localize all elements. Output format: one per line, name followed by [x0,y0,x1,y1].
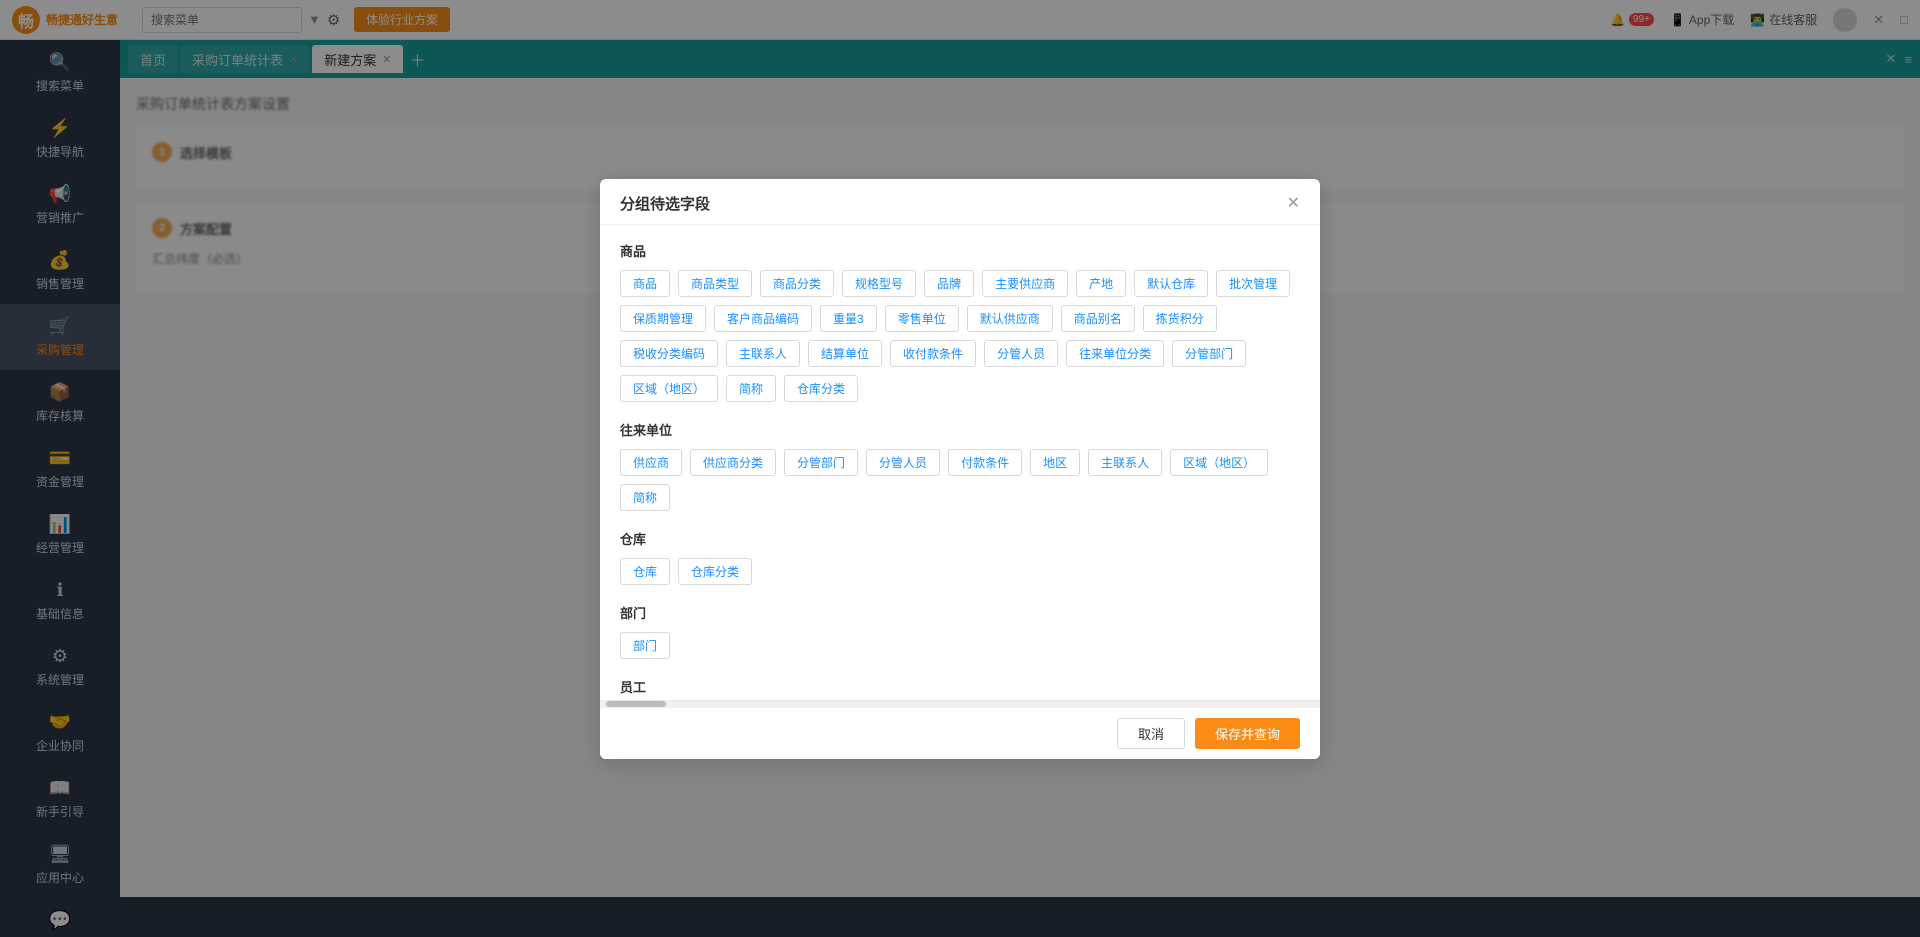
field-tag-0-18[interactable]: 结算单位 [808,340,882,367]
field-tag-0-15[interactable]: 拣货积分 [1143,305,1217,332]
field-tag-0-25[interactable]: 仓库分类 [784,375,858,402]
field-tag-0-17[interactable]: 主联系人 [726,340,800,367]
field-tags-2: 仓库仓库分类 [620,558,1300,585]
field-tag-0-4[interactable]: 品牌 [924,270,974,297]
section-title-3: 部门 [620,603,1300,622]
field-tag-0-16[interactable]: 税收分类编码 [620,340,718,367]
field-tags-1: 供应商供应商分类分管部门分管人员付款条件地区主联系人区域（地区） 简称 [620,449,1300,511]
field-tag-1-5[interactable]: 地区 [1030,449,1080,476]
field-tag-0-9[interactable]: 保质期管理 [620,305,706,332]
field-tag-0-21[interactable]: 往来单位分类 [1066,340,1164,367]
field-tag-0-2[interactable]: 商品分类 [760,270,834,297]
field-tag-0-19[interactable]: 收付款条件 [890,340,976,367]
modal-footer: 取消 保存并查询 [600,707,1320,759]
field-tag-0-3[interactable]: 规格型号 [842,270,916,297]
field-tag-2-0[interactable]: 仓库 [620,558,670,585]
field-tag-0-24[interactable]: 简称 [726,375,776,402]
field-tag-1-4[interactable]: 付款条件 [948,449,1022,476]
field-section-2: 仓库仓库仓库分类 [620,529,1300,585]
field-tags-0: 商品商品类型商品分类规格型号品牌主要供应商产地默认仓库批次管理保质期管理客户商品… [620,270,1300,402]
field-tags-3: 部门 [620,632,1300,659]
field-tag-1-1[interactable]: 供应商分类 [690,449,776,476]
field-tag-0-7[interactable]: 默认仓库 [1134,270,1208,297]
field-tag-0-5[interactable]: 主要供应商 [982,270,1068,297]
field-section-1: 往来单位供应商供应商分类分管部门分管人员付款条件地区主联系人区域（地区） 简称 [620,420,1300,511]
field-tag-1-6[interactable]: 主联系人 [1088,449,1162,476]
field-tag-1-3[interactable]: 分管人员 [866,449,940,476]
modal-body: 商品商品商品类型商品分类规格型号品牌主要供应商产地默认仓库批次管理保质期管理客户… [600,225,1320,700]
field-tag-0-23[interactable]: 区域（地区） [620,375,718,402]
section-title-2: 仓库 [620,529,1300,548]
field-section-3: 部门部门 [620,603,1300,659]
horizontal-scrollbar[interactable] [600,700,1320,707]
section-title-4: 员工 [620,677,1300,696]
modal-title: 分组待选字段 [620,193,710,214]
modal-dialog: 分组待选字段 ✕ 商品商品商品类型商品分类规格型号品牌主要供应商产地默认仓库批次… [600,179,1320,759]
modal-header: 分组待选字段 ✕ [600,179,1320,225]
field-tag-0-0[interactable]: 商品 [620,270,670,297]
modal-overlay: 分组待选字段 ✕ 商品商品商品类型商品分类规格型号品牌主要供应商产地默认仓库批次… [0,0,1920,937]
field-tag-0-12[interactable]: 零售单位 [885,305,959,332]
field-tag-2-1[interactable]: 仓库分类 [678,558,752,585]
field-tag-0-14[interactable]: 商品别名 [1061,305,1135,332]
field-tag-0-11[interactable]: 重量3 [820,305,877,332]
confirm-button[interactable]: 保存并查询 [1195,718,1300,749]
section-title-1: 往来单位 [620,420,1300,439]
field-tag-0-13[interactable]: 默认供应商 [967,305,1053,332]
field-tag-0-6[interactable]: 产地 [1076,270,1126,297]
field-tag-0-1[interactable]: 商品类型 [678,270,752,297]
field-tag-0-10[interactable]: 客户商品编码 [714,305,812,332]
field-tag-0-22[interactable]: 分管部门 [1172,340,1246,367]
field-tag-3-0[interactable]: 部门 [620,632,670,659]
field-tag-0-20[interactable]: 分管人员 [984,340,1058,367]
field-tag-1-2[interactable]: 分管部门 [784,449,858,476]
modal-close-button[interactable]: ✕ [1287,193,1300,213]
field-tag-1-8[interactable]: 简称 [620,484,670,511]
field-tag-1-7[interactable]: 区域（地区） [1170,449,1268,476]
field-tag-1-0[interactable]: 供应商 [620,449,682,476]
cancel-button[interactable]: 取消 [1117,718,1185,749]
field-section-4: 员工业务员 [620,677,1300,700]
field-tag-0-8[interactable]: 批次管理 [1216,270,1290,297]
field-section-0: 商品商品商品类型商品分类规格型号品牌主要供应商产地默认仓库批次管理保质期管理客户… [620,241,1300,402]
section-title-0: 商品 [620,241,1300,260]
